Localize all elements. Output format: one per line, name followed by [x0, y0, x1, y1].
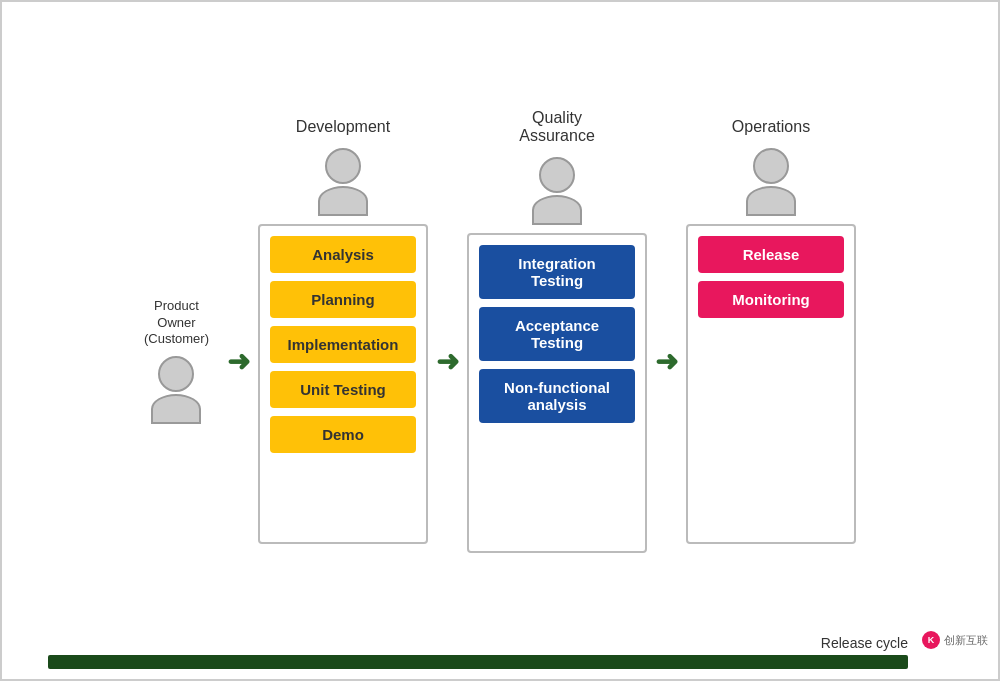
- task-unit-testing: Unit Testing: [270, 371, 416, 408]
- ops-box: Release Monitoring: [686, 224, 856, 544]
- task-analysis: Analysis: [270, 236, 416, 273]
- task-integration-testing: IntegrationTesting: [479, 245, 635, 299]
- diagram-area: ProductOwner(Customer) ➜ Development Ana…: [32, 22, 968, 630]
- watermark-text: 创新互联: [944, 633, 988, 648]
- arrow-1: ➜: [227, 345, 250, 378]
- task-demo: Demo: [270, 416, 416, 453]
- arrow-2-container: ➜: [428, 285, 467, 378]
- dev-person-body: [318, 186, 368, 216]
- person-head: [158, 356, 194, 392]
- task-non-functional: Non-functionalanalysis: [479, 369, 635, 423]
- qa-person-head: [539, 157, 575, 193]
- main-container: ProductOwner(Customer) ➜ Development Ana…: [0, 0, 1000, 681]
- qa-box: IntegrationTesting AcceptanceTesting Non…: [467, 233, 647, 553]
- development-column: Development Analysis Planning Implementa…: [258, 118, 428, 544]
- product-owner-section: ProductOwner(Customer): [144, 238, 209, 425]
- task-acceptance-testing: AcceptanceTesting: [479, 307, 635, 361]
- task-monitoring: Monitoring: [698, 281, 844, 318]
- watermark-icon: K: [922, 631, 940, 649]
- development-title: Development: [296, 118, 390, 136]
- watermark: K 创新互联: [922, 631, 988, 649]
- qa-column: QualityAssurance IntegrationTesting Acce…: [467, 109, 647, 553]
- qa-person: [532, 157, 582, 225]
- bottom-section: Release cycle: [32, 635, 968, 669]
- product-owner-icon: [151, 356, 201, 424]
- arrow-2: ➜: [436, 345, 459, 378]
- release-cycle-bar: [48, 655, 908, 669]
- ops-person-body: [746, 186, 796, 216]
- arrow-3-container: ➜: [647, 285, 686, 378]
- person-body: [151, 394, 201, 424]
- task-planning: Planning: [270, 281, 416, 318]
- dev-person-head: [325, 148, 361, 184]
- ops-title: Operations: [732, 118, 810, 136]
- qa-title: QualityAssurance: [519, 109, 595, 145]
- ops-column: Operations Release Monitoring: [686, 118, 856, 544]
- release-cycle-label: Release cycle: [821, 635, 908, 651]
- development-person: [318, 148, 368, 216]
- ops-person: [746, 148, 796, 216]
- task-implementation: Implementation: [270, 326, 416, 363]
- ops-person-head: [753, 148, 789, 184]
- arrow-3: ➜: [655, 345, 678, 378]
- task-release: Release: [698, 236, 844, 273]
- arrow-1-container: ➜: [219, 285, 258, 378]
- product-owner-label: ProductOwner(Customer): [144, 298, 209, 349]
- qa-person-body: [532, 195, 582, 225]
- development-box: Analysis Planning Implementation Unit Te…: [258, 224, 428, 544]
